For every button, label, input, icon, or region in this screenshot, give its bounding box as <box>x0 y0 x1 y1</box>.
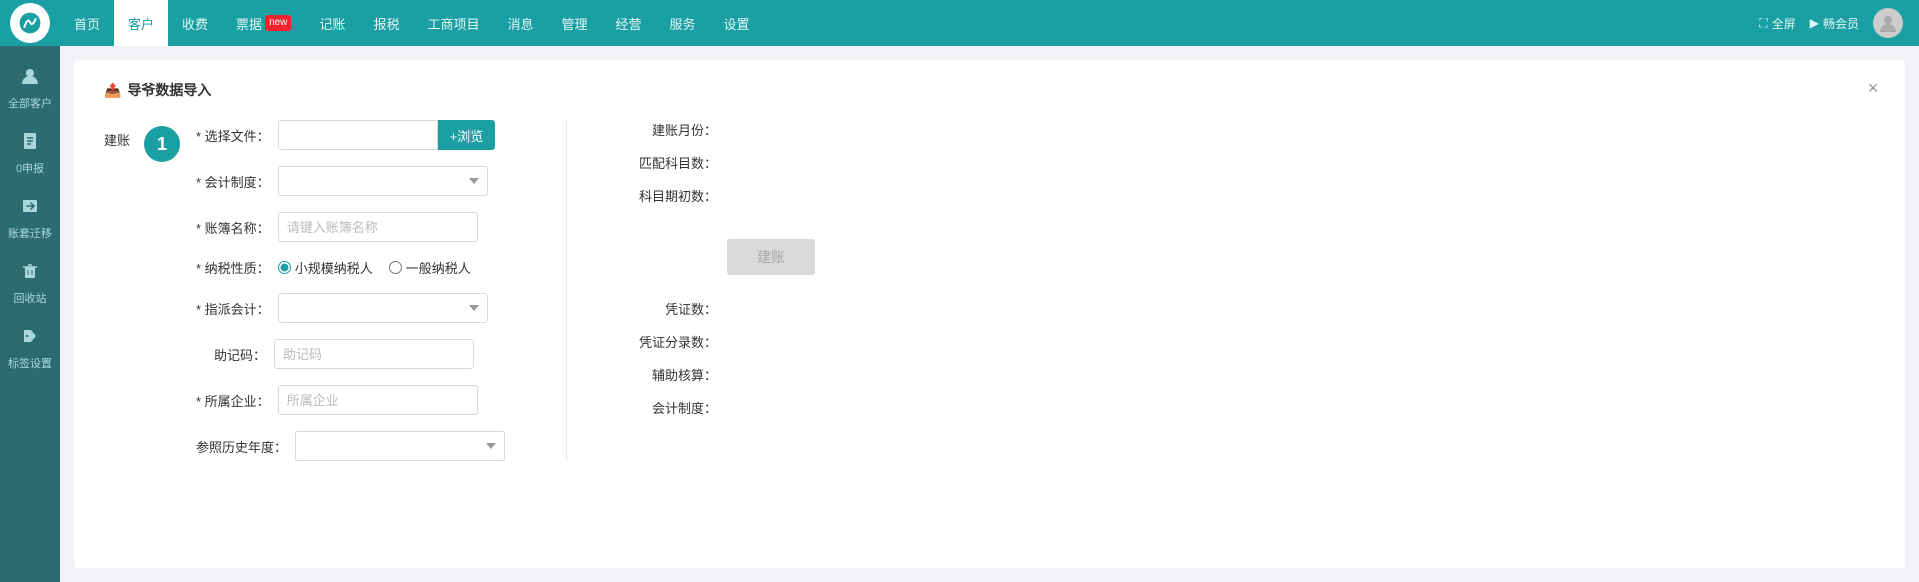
accountant-select[interactable] <box>278 293 488 323</box>
nav-business[interactable]: 工商项目 <box>413 0 493 46</box>
info-month-row: 建账月份： <box>637 120 905 139</box>
nav-manage[interactable]: 管理 <box>547 0 601 46</box>
sidebar-item-recycle[interactable]: 回收站 <box>0 251 60 316</box>
tax-small-input[interactable] <box>278 261 291 274</box>
info-match-label: 匹配科目数： <box>637 153 717 172</box>
top-navigation: 首页 客户 收费 票据 new 记账 报税 工商项目 消息 管理 经营 服务 设… <box>0 0 1919 46</box>
tax-general-label: 一般纳税人 <box>406 258 471 277</box>
tax-general-input[interactable] <box>389 261 402 274</box>
sidebar: 全部客户 0申报 账套迁移 <box>0 46 60 582</box>
page-header: 📤 导爷数据导入 <box>104 80 1875 100</box>
company-input[interactable] <box>278 385 478 415</box>
nav-message[interactable]: 消息 <box>493 0 547 46</box>
declaration-icon <box>20 131 40 156</box>
info-aux-label: 辅助核算： <box>637 365 717 384</box>
trash-icon <box>20 261 40 286</box>
memo-row: 助记码： <box>196 339 536 369</box>
step-circle: 1 <box>144 126 180 162</box>
close-button[interactable]: × <box>1861 76 1885 100</box>
play-icon: ▶ <box>1810 16 1819 30</box>
nav-tax[interactable]: 报税 <box>359 0 413 46</box>
accountant-row: * 指派会计： <box>196 293 536 323</box>
tax-radio-group: 小规模纳税人 一般纳税人 <box>278 258 471 277</box>
info-period-row: 科目期初数： <box>637 186 905 205</box>
info-voucher-records-row: 凭证分录数： <box>637 332 905 351</box>
page-title: 导爷数据导入 <box>127 80 211 100</box>
vip-button[interactable]: ▶ 畅会员 <box>1810 15 1859 32</box>
sidebar-label-declaration: 0申报 <box>16 160 44 176</box>
accountant-label: * 指派会计： <box>196 299 270 318</box>
fullscreen-icon: ⛶ <box>1759 16 1767 31</box>
sidebar-item-all-clients[interactable]: 全部客户 <box>0 56 60 121</box>
info-aux-row: 辅助核算： <box>637 365 905 384</box>
info-match-row: 匹配科目数： <box>637 153 905 172</box>
sidebar-label-recycle: 回收站 <box>14 290 47 306</box>
page-container: 📤 导爷数据导入 × 建账 1 * 选择文件： <box>74 60 1905 568</box>
company-row: * 所属企业： <box>196 385 536 415</box>
nav-operation[interactable]: 经营 <box>602 0 656 46</box>
file-input-group: +浏览 <box>278 120 496 150</box>
user-avatar[interactable] <box>1873 8 1903 38</box>
file-select-row: * 选择文件： +浏览 <box>196 120 536 150</box>
nav-client[interactable]: 客户 <box>114 0 168 46</box>
nav-right-area: ⛶ 全屏 ▶ 畅会员 <box>1759 8 1919 38</box>
accounting-select[interactable] <box>278 166 488 196</box>
build-account-button[interactable]: 建账 <box>727 239 815 275</box>
nav-home[interactable]: 首页 <box>60 0 114 46</box>
sidebar-item-tags[interactable]: 标签设置 <box>0 316 60 381</box>
nav-invoice[interactable]: 票据 new <box>222 0 305 46</box>
ledger-label: * 账簿名称： <box>196 218 270 237</box>
nav-bookkeeping[interactable]: 记账 <box>305 0 359 46</box>
info-voucher-row: 凭证数： <box>637 299 905 318</box>
accounting-system-row: * 会计制度： <box>196 166 536 196</box>
history-label: 参照历史年度： <box>196 437 287 456</box>
ledger-name-row: * 账簿名称： <box>196 212 536 242</box>
tag-icon <box>20 326 40 351</box>
accounting-label: * 会计制度： <box>196 172 270 191</box>
form-left-section: 建账 1 * 选择文件： +浏览 <box>104 120 536 461</box>
info-voucher-records-label: 凭证分录数： <box>637 332 717 351</box>
main-content: 📤 导爷数据导入 × 建账 1 * 选择文件： <box>60 46 1919 582</box>
info-period-label: 科目期初数： <box>637 186 717 205</box>
sidebar-label-migrate: 账套迁移 <box>8 225 52 241</box>
nav-settings[interactable]: 设置 <box>710 0 764 46</box>
file-input[interactable] <box>278 120 438 150</box>
info-voucher-label: 凭证数： <box>637 299 717 318</box>
tax-small-radio[interactable]: 小规模纳税人 <box>278 258 373 277</box>
user-icon <box>20 66 40 91</box>
app-logo[interactable] <box>10 3 50 43</box>
tax-small-label: 小规模纳税人 <box>295 258 373 277</box>
new-badge: new <box>265 15 291 31</box>
company-label: * 所属企业： <box>196 391 270 410</box>
sidebar-item-migrate[interactable]: 账套迁移 <box>0 186 60 251</box>
ledger-input[interactable] <box>278 212 478 242</box>
form-fields: * 选择文件： +浏览 * 会计制度： <box>196 120 536 461</box>
memo-input[interactable] <box>274 339 474 369</box>
history-year-row: 参照历史年度： <box>196 431 536 461</box>
main-layout: 全部客户 0申报 账套迁移 <box>0 46 1919 582</box>
file-label: * 选择文件： <box>196 126 270 145</box>
fullscreen-button[interactable]: ⛶ 全屏 <box>1759 15 1795 32</box>
sidebar-label-all-clients: 全部客户 <box>8 95 52 111</box>
browse-button[interactable]: +浏览 <box>438 120 496 150</box>
info-accounting-system-label: 会计制度： <box>637 398 717 417</box>
tax-label: * 纳税性质： <box>196 258 270 277</box>
tax-type-row: * 纳税性质： 小规模纳税人 一般纳税人 <box>196 258 536 277</box>
form-area: 建账 1 * 选择文件： +浏览 <box>104 120 1875 461</box>
section-divider <box>566 120 567 461</box>
nav-menu: 首页 客户 收费 票据 new 记账 报税 工商项目 消息 管理 经营 服务 设… <box>60 0 1759 46</box>
form-right-section: 建账月份： 匹配科目数： 科目期初数： 建账 <box>637 120 905 461</box>
info-month-label: 建账月份： <box>637 120 717 139</box>
step-label: 建账 <box>104 122 130 149</box>
migrate-icon <box>20 196 40 221</box>
tax-general-radio[interactable]: 一般纳税人 <box>389 258 471 277</box>
sidebar-label-tags: 标签设置 <box>8 355 52 371</box>
history-select[interactable] <box>295 431 505 461</box>
import-icon: 📤 <box>104 82 121 99</box>
nav-service[interactable]: 服务 <box>656 0 710 46</box>
nav-fee[interactable]: 收费 <box>168 0 222 46</box>
info-accounting-system-row: 会计制度： <box>637 398 905 417</box>
memo-label: 助记码： <box>196 345 266 364</box>
sidebar-item-declaration[interactable]: 0申报 <box>0 121 60 186</box>
